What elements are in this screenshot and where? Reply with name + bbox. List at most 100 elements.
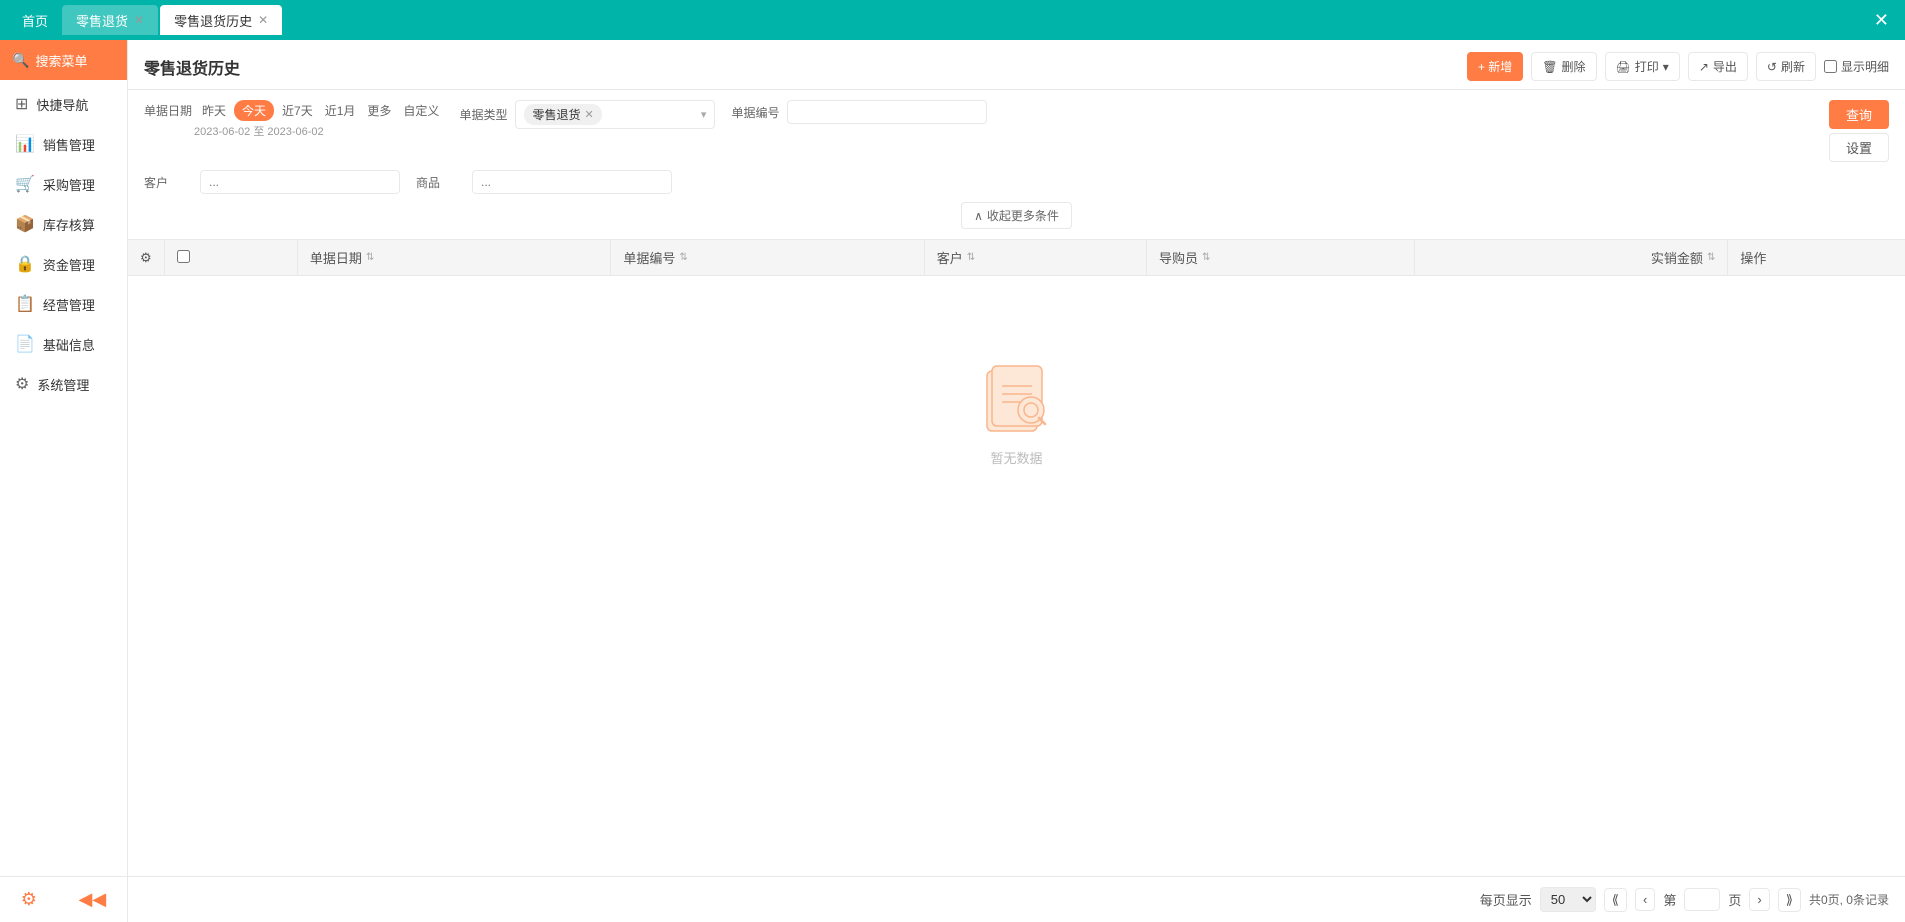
date-btn-yesterday[interactable]: 昨天 (198, 100, 230, 121)
voucher-type-tag: 零售退货 ✕ (524, 104, 601, 125)
voucher-number-input[interactable] (787, 100, 987, 124)
date-btn-more[interactable]: 更多 (363, 100, 395, 121)
new-button[interactable]: + 新增 (1467, 52, 1523, 81)
page-size-label: 每页显示 (1480, 890, 1532, 909)
page-unit-label: 页 (1728, 890, 1741, 909)
voucher-type-chevron-icon: ▾ (701, 108, 707, 121)
sidebar-item-purchase-mgmt[interactable]: 🛒 采购管理 (0, 164, 127, 204)
voucher-number-filter: 单据编号 (731, 100, 987, 124)
th-customer-label: 客户 (937, 248, 963, 267)
page-size-select[interactable]: 50 20 100 (1540, 887, 1596, 912)
th-customer-sort-icon: ⇅ (967, 252, 975, 263)
voucher-type-label: 单据类型 (459, 106, 509, 123)
print-button[interactable]: 🖨 打印 ▾ (1605, 52, 1680, 81)
next-page-button[interactable]: › (1749, 888, 1769, 911)
purchase-mgmt-icon: 🛒 (15, 174, 35, 194)
select-all-checkbox[interactable] (177, 250, 190, 263)
empty-state-icon (977, 356, 1057, 436)
th-amount[interactable]: 实销金额 ⇅ (1414, 240, 1727, 276)
sidebar-item-system-mgmt[interactable]: ⚙ 系统管理 (0, 364, 127, 404)
settings-button[interactable]: 设置 (1829, 133, 1889, 162)
date-btn-today[interactable]: 今天 (234, 100, 274, 121)
sidebar-item-finance-label: 资金管理 (43, 255, 95, 274)
export-icon: ↗ (1699, 60, 1709, 74)
quick-nav-icon: ⊞ (15, 94, 28, 114)
th-number-sort-icon: ⇅ (679, 252, 687, 263)
delete-button[interactable]: 🗑 删除 (1531, 52, 1596, 81)
tab-retail-return-history-close[interactable]: ✕ (258, 13, 268, 27)
tab-retail-return-label: 零售退货 (76, 11, 128, 30)
sidebar-item-operations[interactable]: 📋 经营管理 (0, 284, 127, 324)
th-checkbox[interactable] (164, 240, 297, 276)
query-buttons: 查询 设置 (1829, 100, 1889, 162)
voucher-type-clear-icon[interactable]: ✕ (584, 108, 593, 121)
sidebar-item-system-mgmt-label: 系统管理 (37, 375, 89, 394)
tab-home[interactable]: 首页 (8, 5, 62, 35)
th-date[interactable]: 单据日期 ⇅ (297, 240, 610, 276)
sidebar-item-finance[interactable]: 🔒 资金管理 (0, 244, 127, 284)
collapse-filter-button[interactable]: ∧ 收起更多条件 (961, 202, 1072, 229)
pagination-bar: 每页显示 50 20 100 ⟪ ‹ 第 1 页 › ⟫ 共0页, 0条记录 (128, 876, 1905, 922)
sidebar-item-basic-info[interactable]: 📄 基础信息 (0, 324, 127, 364)
window-close-button[interactable]: ✕ (1866, 10, 1897, 31)
search-icon: 🔍 (12, 52, 29, 69)
th-number[interactable]: 单据编号 ⇅ (611, 240, 924, 276)
system-mgmt-icon: ⚙ (15, 374, 29, 394)
content-area: 零售退货历史 + 新增 🗑 删除 🖨 打印 ▾ ↗ 导出 ↺ (128, 40, 1905, 922)
operations-icon: 📋 (15, 294, 35, 314)
date-filters: 昨天 今天 近7天 近1月 更多 自定义 (198, 100, 443, 121)
tab-retail-return-history[interactable]: 零售退货历史 ✕ (160, 5, 282, 35)
total-info: 共0页, 0条记录 (1809, 891, 1889, 908)
sidebar-menu: ⊞ 快捷导航 📊 销售管理 🛒 采购管理 📦 库存核算 🔒 资金管理 📋 (0, 80, 127, 876)
customer-input[interactable] (200, 170, 400, 194)
sidebar-search-label: 搜索菜单 (35, 51, 87, 70)
export-label: 导出 (1713, 58, 1737, 75)
th-guide[interactable]: 导购员 ⇅ (1147, 240, 1415, 276)
filter-area: 单据日期 昨天 今天 近7天 近1月 更多 自定义 2023-06-02 至 2… (128, 90, 1905, 240)
th-customer[interactable]: 客户 ⇅ (924, 240, 1146, 276)
sidebar-item-quick-nav[interactable]: ⊞ 快捷导航 (0, 84, 127, 124)
finance-icon: 🔒 (15, 254, 35, 274)
refresh-button[interactable]: ↺ 刷新 (1756, 52, 1816, 81)
data-table: ⚙ 单据日期 ⇅ 单据编号 (128, 240, 1905, 276)
table-header: ⚙ 单据日期 ⇅ 单据编号 (128, 240, 1905, 276)
sidebar: 🔍 搜索菜单 ⊞ 快捷导航 📊 销售管理 🛒 采购管理 📦 库存核算 🔒 (0, 40, 128, 922)
export-button[interactable]: ↗ 导出 (1688, 52, 1748, 81)
tab-retail-return-history-label: 零售退货历史 (174, 11, 252, 30)
query-button[interactable]: 查询 (1829, 100, 1889, 129)
page-title: 零售退货历史 (144, 55, 240, 79)
sidebar-settings-button[interactable]: ⚙ (13, 885, 45, 914)
date-btn-custom[interactable]: 自定义 (399, 100, 443, 121)
delete-label: 删除 (1562, 58, 1586, 75)
last-page-button[interactable]: ⟫ (1778, 888, 1801, 912)
date-btn-last-month[interactable]: 近1月 (321, 100, 360, 121)
page-header: 零售退货历史 + 新增 🗑 删除 🖨 打印 ▾ ↗ 导出 ↺ (128, 40, 1905, 90)
sidebar-item-inventory[interactable]: 📦 库存核算 (0, 204, 127, 244)
page-number-input[interactable]: 1 (1684, 888, 1720, 911)
goods-label: 商品 (416, 174, 466, 191)
display-detail-label: 显示明细 (1841, 58, 1889, 75)
sidebar-item-sales-mgmt[interactable]: 📊 销售管理 (0, 124, 127, 164)
display-detail-checkbox-label[interactable]: 显示明细 (1824, 58, 1889, 75)
voucher-type-filter: 单据类型 零售退货 ✕ ▾ (459, 100, 715, 129)
sales-mgmt-icon: 📊 (15, 134, 35, 154)
prev-page-button[interactable]: ‹ (1635, 888, 1655, 911)
settings-icon: ⚙ (140, 250, 152, 265)
th-date-sort-icon: ⇅ (366, 252, 374, 263)
first-page-button[interactable]: ⟪ (1604, 888, 1627, 912)
tab-retail-return[interactable]: 零售退货 ✕ (62, 5, 158, 35)
th-settings[interactable]: ⚙ (128, 240, 164, 276)
sidebar-sound-button[interactable]: ◀◀ (71, 885, 115, 914)
goods-input[interactable] (472, 170, 672, 194)
voucher-type-select[interactable]: 零售退货 ✕ ▾ (515, 100, 715, 129)
sidebar-search[interactable]: 🔍 搜索菜单 (0, 40, 127, 80)
print-icon: 🖨 (1616, 60, 1631, 74)
tab-retail-return-close[interactable]: ✕ (134, 13, 144, 27)
sidebar-bottom: ⚙ ◀◀ (0, 876, 127, 922)
date-btn-last7[interactable]: 近7天 (278, 100, 317, 121)
top-tab-bar: 首页 零售退货 ✕ 零售退货历史 ✕ ✕ (0, 0, 1905, 40)
th-amount-label: 实销金额 (1651, 248, 1703, 267)
main-layout: 🔍 搜索菜单 ⊞ 快捷导航 📊 销售管理 🛒 采购管理 📦 库存核算 🔒 (0, 40, 1905, 922)
display-detail-checkbox[interactable] (1824, 60, 1837, 73)
th-actions: 操作 (1728, 240, 1905, 276)
